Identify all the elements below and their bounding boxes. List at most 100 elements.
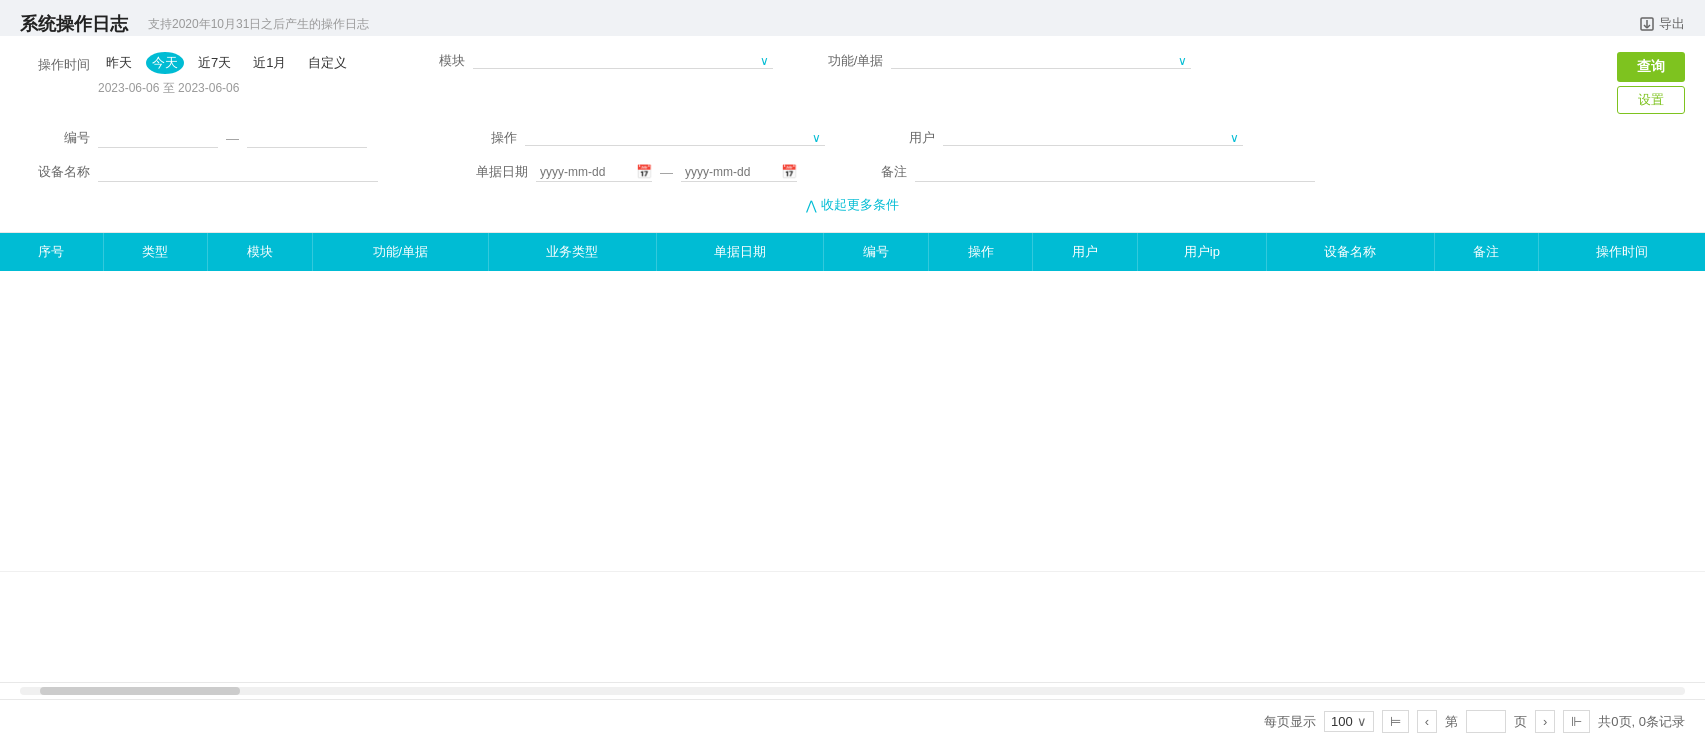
- module-value: [473, 59, 756, 63]
- function-select[interactable]: ∨: [891, 54, 1191, 69]
- query-button[interactable]: 查询: [1617, 52, 1685, 82]
- last-page-button[interactable]: ⊩: [1563, 710, 1590, 733]
- scroll-area: [0, 682, 1705, 699]
- page-size-label: 每页显示: [1264, 713, 1316, 731]
- time-btn-today[interactable]: 今天: [146, 52, 184, 74]
- page-container: 系统操作日志 支持2020年10月31日之后产生的操作日志 导出 操作时间 昨天: [0, 0, 1705, 743]
- operation-filter: 操作 ∨: [447, 129, 825, 147]
- table-section: 序号类型模块功能/单据业务类型单据日期编号操作用户用户ip设备名称备注操作时间: [0, 233, 1705, 682]
- number-filter: 编号 —: [20, 128, 367, 148]
- user-label: 用户: [865, 129, 935, 147]
- table-header-cell: 设备名称: [1266, 233, 1434, 271]
- collapse-chevron-icon: ⋀: [806, 198, 817, 213]
- remark-input[interactable]: [915, 162, 1315, 182]
- docdate-sep: —: [660, 165, 673, 180]
- remark-filter: 备注: [837, 162, 1315, 182]
- table-header-cell: 用户: [1033, 233, 1137, 271]
- table-header-cell: 序号: [0, 233, 103, 271]
- module-label: 模块: [395, 52, 465, 70]
- calendar-to-icon[interactable]: 📅: [781, 164, 797, 179]
- calendar-from-icon[interactable]: 📅: [636, 164, 652, 179]
- header-bar: 系统操作日志 支持2020年10月31日之后产生的操作日志 导出: [0, 0, 1705, 36]
- table-header-cell: 业务类型: [489, 233, 657, 271]
- table-body: [0, 271, 1705, 571]
- total-info: 共0页, 0条记录: [1598, 713, 1685, 731]
- device-filter: 设备名称: [20, 162, 378, 182]
- page-size-value: 100: [1331, 714, 1353, 729]
- page-subtitle: 支持2020年10月31日之后产生的操作日志: [148, 16, 369, 33]
- filter-panel: 操作时间 昨天 今天 近7天 近1月 自定义 2023-06-06 至 2023…: [0, 36, 1705, 233]
- export-icon: [1639, 16, 1655, 32]
- prev-page-button[interactable]: ‹: [1417, 710, 1437, 733]
- number-to-input[interactable]: [247, 128, 367, 148]
- docdate-from-wrapper: 📅: [536, 163, 652, 182]
- collapse-button[interactable]: ⋀ 收起更多条件: [806, 196, 899, 214]
- operation-select[interactable]: ∨: [525, 131, 825, 146]
- export-label: 导出: [1659, 15, 1685, 33]
- operation-value: [525, 136, 808, 140]
- time-btn-7days[interactable]: 近7天: [190, 52, 239, 74]
- user-value: [943, 136, 1226, 140]
- export-button[interactable]: 导出: [1639, 15, 1685, 33]
- table-header-cell: 类型: [103, 233, 207, 271]
- function-value: [891, 59, 1174, 63]
- data-table: 序号类型模块功能/单据业务类型单据日期编号操作用户用户ip设备名称备注操作时间: [0, 233, 1705, 572]
- page-size-arrow-icon: ∨: [1357, 714, 1367, 729]
- page-unit-label: 页: [1514, 713, 1527, 731]
- time-btn-1month[interactable]: 近1月: [245, 52, 294, 74]
- time-range-display: 2023-06-06 至 2023-06-06: [98, 80, 355, 97]
- pagination-bar: 每页显示 100 ∨ ⊨ ‹ 第 1 页 › ⊩ 共0页, 0条记录: [0, 699, 1705, 743]
- table-header-row: 序号类型模块功能/单据业务类型单据日期编号操作用户用户ip设备名称备注操作时间: [0, 233, 1705, 271]
- operation-label: 操作: [447, 129, 517, 147]
- row3-filters: 设备名称 单据日期 📅 — 📅 备注: [20, 162, 1685, 182]
- action-buttons: 查询 设置: [1617, 52, 1685, 114]
- time-btn-custom[interactable]: 自定义: [300, 52, 355, 74]
- docdate-to-input[interactable]: [681, 163, 781, 181]
- device-label: 设备名称: [20, 163, 90, 181]
- current-page-input[interactable]: 1: [1466, 710, 1506, 733]
- docdate-to-wrapper: 📅: [681, 163, 797, 182]
- row2-filters: 编号 — 操作 ∨ 用户 ∨: [20, 128, 1685, 148]
- docdate-from-input[interactable]: [536, 163, 636, 181]
- number-sep: —: [226, 131, 239, 146]
- page-current-label: 第: [1445, 713, 1458, 731]
- first-page-button[interactable]: ⊨: [1382, 710, 1409, 733]
- time-options: 昨天 今天 近7天 近1月 自定义 2023-06-06 至 2023-06-0…: [98, 52, 355, 97]
- operation-arrow-icon: ∨: [808, 131, 825, 145]
- settings-button[interactable]: 设置: [1617, 86, 1685, 114]
- page-title: 系统操作日志: [20, 12, 128, 36]
- number-label: 编号: [20, 129, 90, 147]
- table-header-cell: 单据日期: [656, 233, 824, 271]
- table-header-cell: 操作: [928, 233, 1032, 271]
- module-filter: 模块 ∨: [395, 52, 773, 70]
- remark-label: 备注: [837, 163, 907, 181]
- user-select[interactable]: ∨: [943, 131, 1243, 146]
- table-header: 序号类型模块功能/单据业务类型单据日期编号操作用户用户ip设备名称备注操作时间: [0, 233, 1705, 271]
- time-label: 操作时间: [20, 56, 90, 74]
- module-select[interactable]: ∨: [473, 54, 773, 69]
- table-header-cell: 编号: [824, 233, 928, 271]
- table-header-cell: 用户ip: [1137, 233, 1266, 271]
- user-arrow-icon: ∨: [1226, 131, 1243, 145]
- docdate-filter: 单据日期 📅 — 📅: [458, 163, 797, 182]
- user-filter: 用户 ∨: [865, 129, 1243, 147]
- empty-cell: [0, 271, 1705, 571]
- number-from-input[interactable]: [98, 128, 218, 148]
- function-arrow-icon: ∨: [1174, 54, 1191, 68]
- time-filter: 操作时间 昨天 今天 近7天 近1月 自定义 2023-06-06 至 2023…: [20, 52, 355, 97]
- time-btn-yesterday[interactable]: 昨天: [98, 52, 140, 74]
- empty-row: [0, 271, 1705, 571]
- collapse-label: 收起更多条件: [821, 196, 899, 214]
- function-filter: 功能/单据 ∨: [813, 52, 1191, 70]
- collapse-row: ⋀ 收起更多条件: [20, 192, 1685, 222]
- device-input[interactable]: [98, 162, 378, 182]
- function-label: 功能/单据: [813, 52, 883, 70]
- table-header-cell: 功能/单据: [312, 233, 488, 271]
- next-page-button[interactable]: ›: [1535, 710, 1555, 733]
- scroll-track: [20, 687, 1685, 695]
- page-size-select[interactable]: 100 ∨: [1324, 711, 1374, 732]
- table-header-cell: 操作时间: [1538, 233, 1705, 271]
- module-arrow-icon: ∨: [756, 54, 773, 68]
- time-buttons: 昨天 今天 近7天 近1月 自定义: [98, 52, 355, 74]
- scroll-thumb[interactable]: [40, 687, 240, 695]
